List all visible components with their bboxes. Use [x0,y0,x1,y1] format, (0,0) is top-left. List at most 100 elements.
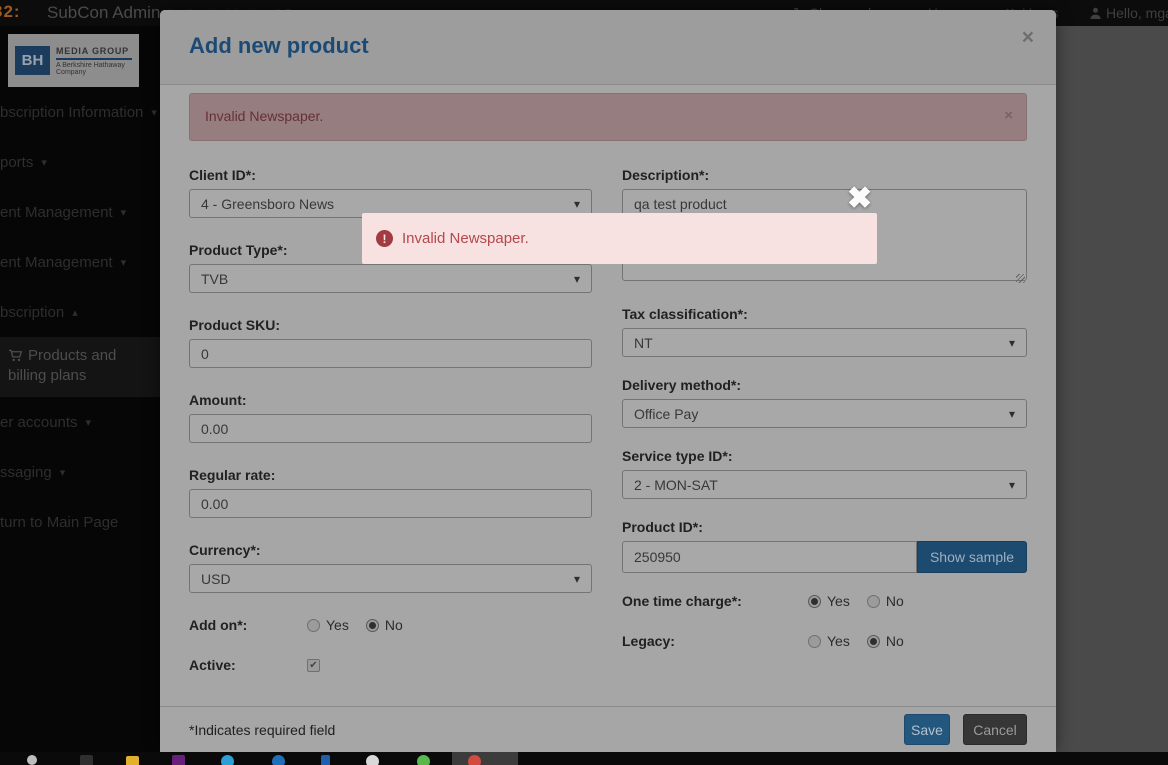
modal-title: Add new product [189,33,369,58]
product-type-select[interactable]: TVB ▾ [189,264,592,293]
add-on-label: Add on*: [189,617,248,633]
sidebar-item-return-to-main-page[interactable]: turn to Main Page [0,497,160,547]
legacy-yes-label: Yes [827,633,850,649]
chevron-down-icon: ▾ [573,196,580,211]
product-type-value: TVB [201,270,229,287]
invalid-newspaper-alert: Invalid Newspaper. × [189,93,1027,141]
taskbar-blue-app-icon[interactable] [221,755,234,765]
sidebar-item-subscription[interactable]: bscription ▴ [0,287,160,337]
chevron-down-icon: ▾ [573,571,580,586]
amount-label: Amount: [189,392,247,408]
product-id-label: Product ID*: [622,519,703,535]
sidebar-item-label: ent Management [0,253,113,271]
cart-icon [9,349,23,362]
sidebar-item-label: er accounts [0,413,78,431]
one-time-charge-yes-radio[interactable] [808,594,821,608]
regular-rate-input[interactable] [189,489,592,518]
sidebar-item-label: ent Management [0,203,113,221]
show-sample-button[interactable]: Show sample [917,541,1027,573]
sidebar-item-label: ports [0,153,34,171]
currency-label: Currency*: [189,542,261,558]
legacy-yes-radio[interactable] [808,634,821,648]
modal-footer: *Indicates required field Save Cancel [160,706,1056,752]
chevron-down-icon: ▾ [120,256,127,269]
legacy-no-radio[interactable] [866,634,880,648]
tax-classification-label: Tax classification*: [622,306,748,322]
sidebar-item-user-accounts[interactable]: er accounts ▾ [0,397,160,447]
bh-media-group-logo: BH MEDIA GROUP A Berkshire Hathaway Comp… [8,34,139,87]
add-on-yes-label: Yes [326,617,349,633]
client-id-value: 4 - Greensboro News [201,195,335,212]
add-on-no-radio[interactable] [365,618,379,632]
alert-close-icon[interactable]: × [1004,107,1013,124]
taskbar-search-icon[interactable] [27,755,37,765]
add-on-no-label: No [384,617,403,633]
logo-divider [56,57,132,60]
taskbar-purple-app-icon[interactable] [172,755,185,765]
product-sku-label: Product SKU: [189,317,280,333]
alert-text: Invalid Newspaper. [205,108,324,124]
invalid-newspaper-toast: ! Invalid Newspaper. [362,213,877,264]
logo-media-group-text: MEDIA GROUP [56,45,129,56]
toast-message: Invalid Newspaper. [402,230,529,247]
sidebar-menu: bscription Information ▾ ports ▾ ent Manag… [0,87,160,547]
app-logo-icon: 32: [0,2,21,21]
logo-tagline: A Berkshire Hathaway Company [56,61,125,76]
product-id-input[interactable] [622,541,917,573]
taskbar-blue-app-icon-3[interactable] [321,755,330,765]
one-time-charge-no-label: No [885,593,904,609]
taskbar-blue-app-icon-2[interactable] [272,755,285,765]
sidebar-item-label: ssaging [0,463,52,481]
taskbar-light-app-icon[interactable] [366,755,379,765]
taskbar-green-app-icon[interactable] [417,755,430,765]
sidebar-item-reports[interactable]: ports ▾ [0,137,160,187]
tax-classification-value: NT [634,334,653,351]
taskbar-folder-icon[interactable] [126,756,139,765]
modal-close-icon[interactable]: × [1022,26,1034,50]
app-brand[interactable]: SubCon Admin [47,3,160,23]
tax-classification-select[interactable]: NT ▾ [622,328,1027,357]
add-new-product-modal: Add new product × Invalid Newspaper. × C… [160,10,1056,752]
required-field-note: *Indicates required field [189,721,336,738]
active-checkbox[interactable]: ✔ [307,658,320,672]
product-sku-input[interactable] [189,339,592,368]
modal-header: Add new product × [160,10,1056,85]
sidebar-item-label: bscription Information [0,103,144,121]
toast-close-button[interactable]: ✖ [847,181,872,216]
taskbar-red-app-icon[interactable] [468,755,481,765]
cancel-button[interactable]: Cancel [963,714,1027,745]
chevron-down-icon: ▾ [41,156,47,169]
sidebar-item-management-1[interactable]: ent Management ▾ [0,187,160,237]
delivery-method-value: Office Pay [634,405,699,422]
taskbar-app-icon[interactable] [80,755,93,765]
one-time-charge-label: One time charge*: [622,593,742,609]
sidebar-item-label: bscription [0,303,65,321]
taskbar-active-tile[interactable] [452,752,518,765]
error-icon: ! [376,230,393,247]
chevron-down-icon: ▾ [1008,406,1015,421]
legacy-no-label: No [885,633,904,649]
sidebar-item-messaging[interactable]: ssaging ▾ [0,447,160,497]
greeting-label: Hello, mga [1106,5,1168,21]
sidebar-item-label: turn to Main Page [0,513,119,531]
amount-input[interactable] [189,414,592,443]
sidebar-item-products-and-billing-plans[interactable]: Products and billing plans [0,337,160,397]
save-button[interactable]: Save [904,714,950,745]
user-greeting[interactable]: Hello, mga [1090,5,1168,21]
client-id-label: Client ID*: [189,167,256,183]
textarea-resize-handle[interactable] [1016,274,1025,283]
sidebar-item-subscription-information[interactable]: bscription Information ▾ [0,87,160,137]
add-on-yes-radio[interactable] [307,618,320,632]
sidebar: BH MEDIA GROUP A Berkshire Hathaway Comp… [0,26,160,752]
one-time-charge-no-radio[interactable] [866,594,880,608]
delivery-method-select[interactable]: Office Pay ▾ [622,399,1027,428]
chevron-down-icon: ▾ [120,206,127,219]
service-type-id-label: Service type ID*: [622,448,733,464]
sidebar-item-label: Products and billing plans [8,347,117,384]
os-taskbar [0,752,1168,765]
sidebar-item-management-2[interactable]: ent Management ▾ [0,237,160,287]
currency-select[interactable]: USD ▾ [189,564,592,593]
delivery-method-label: Delivery method*: [622,377,742,393]
chevron-down-icon: ▾ [1008,335,1015,350]
service-type-id-select[interactable]: 2 - MON-SAT ▾ [622,470,1027,499]
